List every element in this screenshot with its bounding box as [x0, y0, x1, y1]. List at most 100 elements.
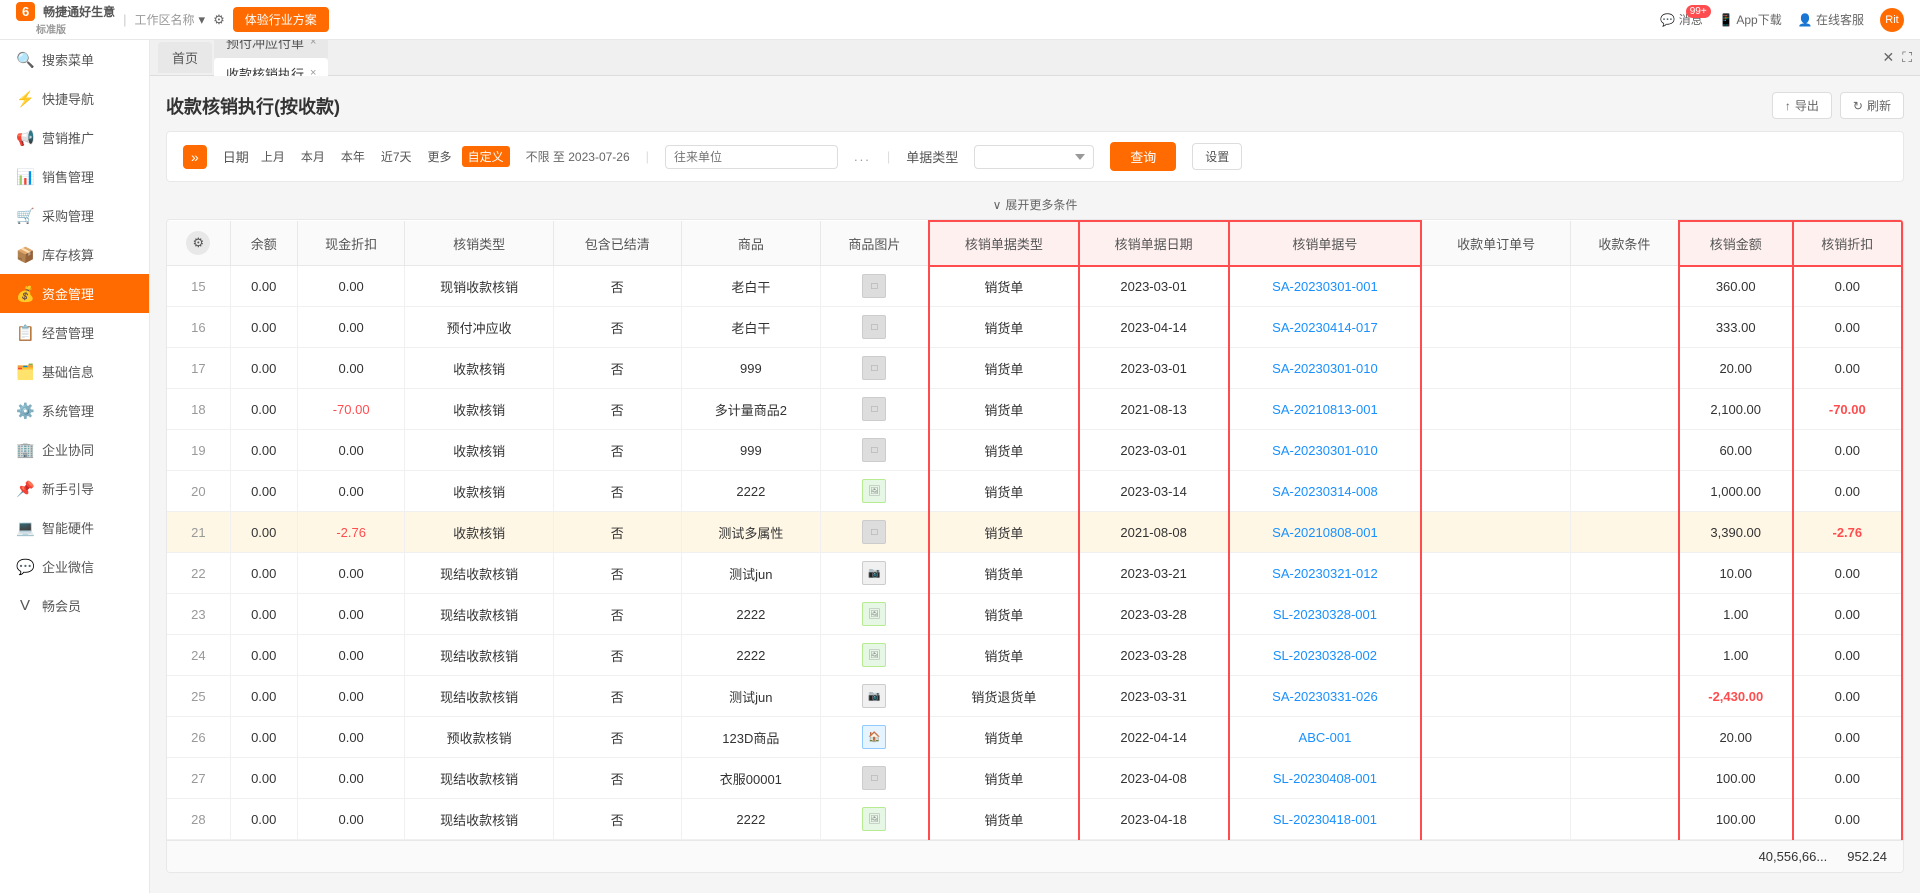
td-included-settled: 否 — [553, 430, 681, 471]
filter-toggle-btn[interactable]: » — [183, 145, 207, 169]
tab-close-prepay[interactable]: × — [310, 40, 316, 48]
sidebar-item-shortcuts[interactable]: ⚡快捷导航 — [0, 79, 149, 118]
online-service-btn[interactable]: 👤 在线客服 — [1798, 11, 1864, 28]
doc-type-select[interactable] — [974, 145, 1094, 169]
sidebar-item-basic[interactable]: 🗂️基础信息 — [0, 352, 149, 391]
message-btn[interactable]: 💬 消息 99+ — [1660, 11, 1702, 28]
td-product: 2222 — [681, 594, 820, 635]
td-cash-discount: -2.76 — [297, 512, 405, 553]
sidebar-icon-basic: 🗂️ — [16, 363, 34, 381]
sidebar-item-vip[interactable]: V畅会员 — [0, 586, 149, 625]
sidebar-item-marketing[interactable]: 📢营销推广 — [0, 118, 149, 157]
date-opt-this-year[interactable]: 本年 — [335, 146, 371, 167]
td-verify-type: 收款核销 — [405, 389, 553, 430]
sidebar-item-hardware[interactable]: 💻智能硬件 — [0, 508, 149, 547]
td-no: 18 — [167, 389, 230, 430]
td-balance: 0.00 — [230, 512, 297, 553]
td-product: 999 — [681, 430, 820, 471]
sidebar-item-finance[interactable]: 💰资金管理 — [0, 274, 149, 313]
settings-gear-icon[interactable]: ⚙ — [213, 12, 225, 28]
td-voucher-type: 销货单 — [929, 430, 1079, 471]
data-table: ⚙ 余额 现金折扣 核销类型 包含已结清 商品 商品图片 核销单据类型 核销单据… — [167, 220, 1903, 840]
tab-prepay[interactable]: 预付冲应付单× — [214, 40, 328, 58]
th-settings[interactable]: ⚙ — [167, 221, 230, 266]
sidebar-item-inventory[interactable]: 📦库存核算 — [0, 235, 149, 274]
td-cash-discount: 0.00 — [297, 635, 405, 676]
sidebar-label-sales: 销售管理 — [42, 167, 94, 186]
sidebar-item-sales[interactable]: 📊销售管理 — [0, 157, 149, 196]
th-voucher-type: 核销单据类型 — [929, 221, 1079, 266]
td-receipt-condition — [1570, 758, 1678, 799]
td-product-image: 📷 — [820, 553, 928, 594]
td-included-settled: 否 — [553, 389, 681, 430]
td-no: 27 — [167, 758, 230, 799]
user-avatar[interactable]: Rit — [1880, 8, 1904, 32]
td-product-image: □ — [820, 348, 928, 389]
td-voucher-type: 销货单 — [929, 471, 1079, 512]
td-product: 123D商品 — [681, 717, 820, 758]
app-download-btn[interactable]: 📱 App下载 — [1719, 11, 1782, 28]
td-balance: 0.00 — [230, 758, 297, 799]
filter-more-icon[interactable]: ... — [854, 149, 871, 164]
app-logo: 6 畅捷通好生意 标准版 — [16, 3, 115, 36]
td-product-image: 📷 — [820, 676, 928, 717]
sidebar-item-search[interactable]: 🔍搜索菜单 — [0, 40, 149, 79]
date-opt-more[interactable]: 更多 — [422, 146, 458, 167]
date-opt-custom[interactable]: 自定义 — [462, 146, 510, 167]
td-verify-amount: 1.00 — [1679, 594, 1793, 635]
sidebar-item-operations[interactable]: 📋经营管理 — [0, 313, 149, 352]
sidebar-item-enterprise[interactable]: 🏢企业协同 — [0, 430, 149, 469]
td-included-settled: 否 — [553, 512, 681, 553]
solution-btn[interactable]: 体验行业方案 — [233, 7, 329, 32]
td-balance: 0.00 — [230, 471, 297, 512]
td-included-settled: 否 — [553, 471, 681, 512]
top-bar: 6 畅捷通好生意 标准版 | 工作区名称 ▾ ⚙ 体验行业方案 💬 消息 99+… — [0, 0, 1920, 40]
td-verify-type: 收款核销 — [405, 512, 553, 553]
date-opt-last-month[interactable]: 上月 — [255, 146, 291, 167]
expand-more-btn[interactable]: ∨ 展开更多条件 — [166, 190, 1904, 219]
product-image: □ — [862, 438, 886, 462]
table-header-row: ⚙ 余额 现金折扣 核销类型 包含已结清 商品 商品图片 核销单据类型 核销单据… — [167, 221, 1902, 266]
td-no: 26 — [167, 717, 230, 758]
refresh-btn[interactable]: ↻ 刷新 — [1840, 92, 1904, 119]
sidebar-item-system[interactable]: ⚙️系统管理 — [0, 391, 149, 430]
sidebar-icon-search: 🔍 — [16, 51, 34, 69]
td-voucher-type: 销货单 — [929, 717, 1079, 758]
sidebar-icon-finance: 💰 — [16, 285, 34, 303]
table-row: 17 0.00 0.00 收款核销 否 999 □ 销货单 2023-03-01… — [167, 348, 1902, 389]
date-opt-this-month[interactable]: 本月 — [295, 146, 331, 167]
tab-expand-icon[interactable]: ⛶ — [1902, 49, 1912, 66]
td-verify-type: 预收款核销 — [405, 717, 553, 758]
sidebar-label-operations: 经营管理 — [42, 323, 94, 342]
column-settings-icon[interactable]: ⚙ — [186, 231, 210, 255]
partner-input[interactable] — [665, 145, 838, 169]
td-receipt-order-no — [1421, 553, 1570, 594]
td-cash-discount: 0.00 — [297, 676, 405, 717]
td-receipt-condition — [1570, 594, 1678, 635]
td-voucher-date: 2023-03-28 — [1079, 594, 1229, 635]
sidebar-item-purchase[interactable]: 🛒采购管理 — [0, 196, 149, 235]
product-image: 🖼 — [862, 643, 886, 667]
td-voucher-date: 2023-03-01 — [1079, 348, 1229, 389]
filter-settings-btn[interactable]: 设置 — [1192, 143, 1242, 170]
table-row: 22 0.00 0.00 现结收款核销 否 测试jun 📷 销货单 2023-0… — [167, 553, 1902, 594]
sidebar-item-wechat[interactable]: 💬企业微信 — [0, 547, 149, 586]
td-voucher-no: SA-20230321-012 — [1229, 553, 1422, 594]
td-verify-discount: 0.00 — [1793, 717, 1902, 758]
th-receipt-condition: 收款条件 — [1570, 221, 1678, 266]
td-voucher-date: 2023-03-01 — [1079, 430, 1229, 471]
query-btn[interactable]: 查询 — [1110, 142, 1176, 171]
td-no: 24 — [167, 635, 230, 676]
export-btn[interactable]: ↑ 导出 — [1772, 92, 1832, 119]
td-voucher-date: 2023-03-14 — [1079, 471, 1229, 512]
footer-verify-discount: 952.24 — [1847, 849, 1887, 864]
tab-close-all-icon[interactable]: ✕ — [1882, 49, 1894, 66]
workspace-dropdown[interactable]: 工作区名称 ▾ — [135, 11, 206, 28]
date-opt-last-7-days[interactable]: 近7天 — [375, 146, 418, 167]
doc-type-label: 单据类型 — [906, 147, 958, 166]
sidebar-label-wechat: 企业微信 — [42, 557, 94, 576]
sidebar-icon-purchase: 🛒 — [16, 207, 34, 225]
td-voucher-no: SL-20230328-001 — [1229, 594, 1422, 635]
sidebar-item-guide[interactable]: 📌新手引导 — [0, 469, 149, 508]
tab-home[interactable]: 首页 — [158, 42, 212, 73]
